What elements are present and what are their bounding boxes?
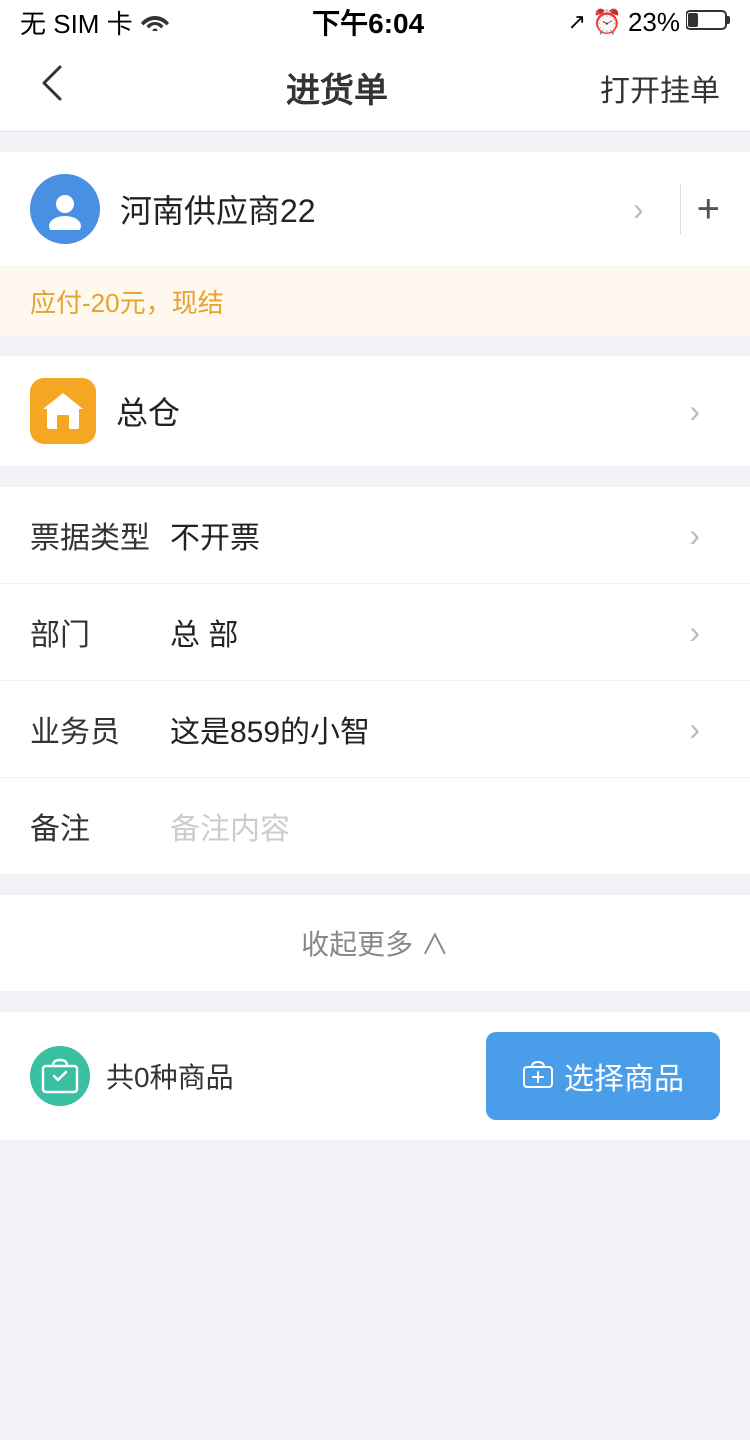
- notice-text: 应付-20元，现结: [30, 288, 224, 318]
- salesperson-chevron-icon: ›: [689, 711, 700, 748]
- supplier-chevron-icon: ›: [633, 191, 644, 228]
- status-left: 无 SIM 卡: [20, 4, 169, 41]
- department-value: 总 部: [150, 610, 689, 654]
- back-button[interactable]: [30, 53, 74, 122]
- warehouse-name: 总仓: [116, 388, 689, 434]
- status-time: 下午6:04: [312, 2, 424, 42]
- salesperson-value: 这是859的小智: [150, 707, 689, 751]
- bottom-bar: 共0种商品 选择商品: [0, 1011, 750, 1140]
- status-bar: 无 SIM 卡 下午6:04 ↗ ⏰ 23%: [0, 0, 750, 44]
- open-pending-button[interactable]: 打开挂单: [600, 66, 720, 110]
- nav-bar: 进货单 打开挂单: [0, 44, 750, 132]
- department-row[interactable]: 部门 总 部 ›: [0, 584, 750, 681]
- salesperson-label: 业务员: [30, 707, 150, 751]
- remark-row[interactable]: 备注 备注内容: [0, 778, 750, 874]
- supplier-avatar: [30, 174, 100, 244]
- notice-bar: 应付-20元，现结: [0, 267, 750, 336]
- warehouse-chevron-icon: ›: [689, 393, 700, 430]
- page-background: [0, 1140, 750, 1440]
- invoice-value: 不开票: [150, 513, 689, 557]
- battery-icon: [686, 7, 730, 38]
- select-product-label: 选择商品: [564, 1054, 684, 1098]
- invoice-chevron-icon: ›: [689, 517, 700, 554]
- add-supplier-button[interactable]: +: [697, 189, 720, 229]
- wifi-icon: [141, 7, 169, 38]
- collapse-button[interactable]: 收起更多 ∧: [0, 894, 750, 991]
- supplier-section: 河南供应商22 › + 应付-20元，现结: [0, 152, 750, 336]
- alarm-icon: ⏰: [592, 8, 622, 37]
- divider: [680, 184, 681, 234]
- form-section: 票据类型 不开票 › 部门 总 部 › 业务员 这是859的小智 › 备注 备注…: [0, 487, 750, 874]
- invoice-label: 票据类型: [30, 513, 150, 557]
- carrier-text: 无 SIM 卡: [20, 4, 133, 41]
- department-chevron-icon: ›: [689, 614, 700, 651]
- nav-title: 进货单: [286, 63, 388, 112]
- salesperson-row[interactable]: 业务员 这是859的小智 ›: [0, 681, 750, 778]
- product-count-text: 共0种商品: [106, 1056, 486, 1096]
- department-label: 部门: [30, 610, 150, 654]
- remark-input[interactable]: 备注内容: [150, 804, 720, 848]
- status-right: ↗ ⏰ 23%: [568, 7, 730, 38]
- supplier-row[interactable]: 河南供应商22 › +: [0, 152, 750, 267]
- select-product-button[interactable]: 选择商品: [486, 1032, 720, 1120]
- cart-icon: [522, 1061, 554, 1091]
- warehouse-icon: [30, 378, 96, 444]
- remark-label: 备注: [30, 804, 150, 848]
- section-gap: [0, 132, 750, 152]
- location-icon: ↗: [568, 9, 586, 35]
- invoice-row[interactable]: 票据类型 不开票 ›: [0, 487, 750, 584]
- supplier-name: 河南供应商22: [120, 186, 633, 232]
- warehouse-section: 总仓 ›: [0, 356, 750, 467]
- product-count-icon: [30, 1046, 90, 1106]
- warehouse-row[interactable]: 总仓 ›: [0, 356, 750, 467]
- battery-text: 23%: [628, 7, 680, 38]
